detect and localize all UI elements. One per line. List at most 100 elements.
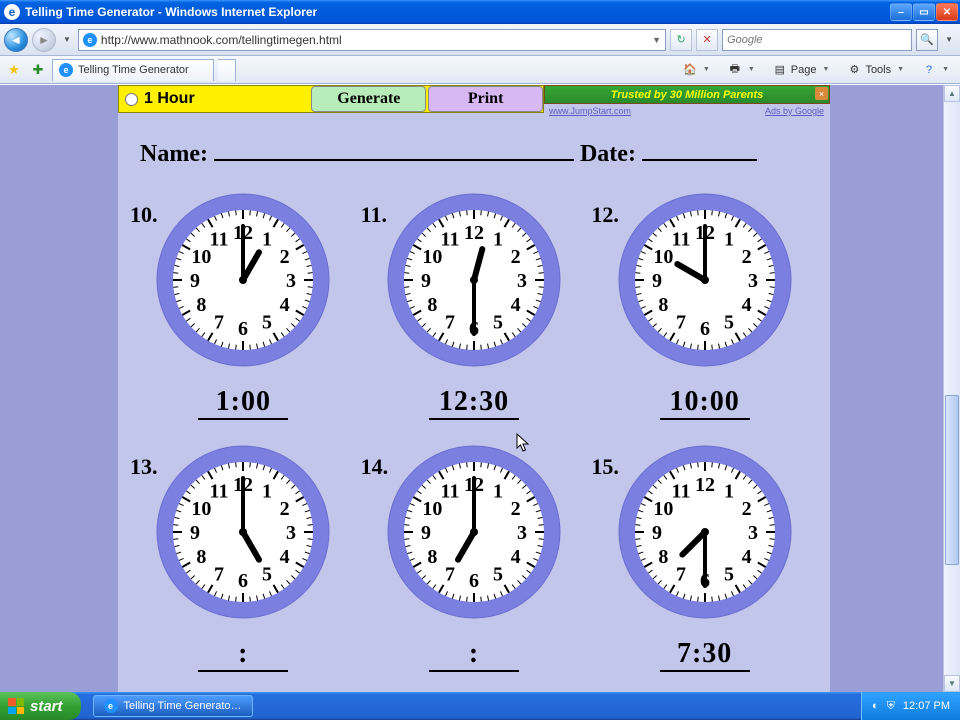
svg-text:9: 9 [421, 270, 431, 292]
page-icon-cmd: ▤ [773, 63, 787, 77]
search-dropdown[interactable]: ▼ [942, 35, 956, 44]
svg-text:7: 7 [445, 312, 455, 334]
clock-item: 12. 123456789101112 10:00 [591, 192, 818, 420]
question-number: 10. [130, 202, 158, 228]
add-favorite-icon[interactable]: ✚ [28, 60, 48, 80]
svg-text:7: 7 [214, 564, 224, 586]
svg-text:4: 4 [511, 294, 521, 316]
scroll-down-button[interactable]: ▼ [944, 675, 960, 692]
svg-text:7: 7 [214, 312, 224, 334]
start-label: start [30, 698, 63, 715]
system-tray[interactable]: ◐ ⛨ 12:07 PM [861, 692, 960, 720]
ads-by-link[interactable]: Ads by Google [765, 106, 824, 116]
svg-text:4: 4 [511, 546, 521, 568]
svg-text:6: 6 [238, 318, 248, 340]
ad-area: Trusted by 30 Million Parents × www.Jump… [544, 85, 830, 119]
answer-line: : [198, 638, 288, 672]
refresh-button[interactable]: ↻ [670, 29, 692, 51]
worksheet-header: Name: Date: [140, 141, 816, 168]
answer-line: : [429, 638, 519, 672]
browser-tab[interactable]: e Telling Time Generator [52, 59, 214, 81]
svg-text:9: 9 [652, 270, 662, 292]
new-tab-button[interactable] [218, 59, 236, 81]
svg-text:3: 3 [748, 522, 758, 544]
generate-button[interactable]: Generate [311, 86, 426, 112]
search-input[interactable] [722, 29, 912, 51]
help-menu[interactable]: ?▼ [915, 59, 956, 81]
svg-text:10: 10 [192, 498, 212, 520]
svg-text:8: 8 [658, 294, 668, 316]
svg-text:11: 11 [210, 228, 229, 250]
question-number: 14. [361, 454, 389, 480]
clock-item: 14. 123456789101112 : [361, 444, 588, 672]
question-number: 12. [591, 202, 619, 228]
svg-text:10: 10 [422, 246, 442, 268]
home-button[interactable]: 🏠▼ [676, 59, 717, 81]
tab-label: Telling Time Generator [78, 64, 189, 76]
svg-text:11: 11 [671, 480, 690, 502]
vertical-scrollbar[interactable]: ▲ ▼ [943, 85, 960, 692]
ad-close-icon[interactable]: × [815, 87, 828, 100]
page-icon: e [83, 33, 97, 47]
svg-text:10: 10 [653, 246, 673, 268]
page-menu[interactable]: ▤Page▼ [766, 59, 837, 81]
ad-link[interactable]: www.JumpStart.com [549, 106, 631, 116]
answer-line: 10:00 [660, 386, 750, 420]
close-button[interactable]: ✕ [936, 3, 958, 21]
tools-menu[interactable]: ⚙Tools▼ [840, 59, 911, 81]
svg-text:5: 5 [262, 312, 272, 334]
minimize-button[interactable]: – [890, 3, 912, 21]
clock-item: 11. 123456789101112 12:30 [361, 192, 588, 420]
option-1hour-radio[interactable] [125, 93, 138, 106]
svg-text:12: 12 [695, 474, 715, 496]
page-viewport: 1 Hour Generate Print Trusted by 30 Mill… [0, 84, 960, 692]
help-icon: ? [922, 63, 936, 77]
favorites-icon[interactable]: ★ [4, 60, 24, 80]
forward-button[interactable]: ► [32, 28, 56, 52]
answer-line: 12:30 [429, 386, 519, 420]
svg-text:6: 6 [238, 570, 248, 592]
svg-text:4: 4 [741, 546, 751, 568]
scroll-up-button[interactable]: ▲ [944, 85, 960, 102]
svg-text:7: 7 [676, 312, 686, 334]
svg-text:10: 10 [192, 246, 212, 268]
address-bar[interactable]: e http://www.mathnook.com/tellingtimegen… [78, 29, 666, 51]
question-number: 15. [591, 454, 619, 480]
ad-banner[interactable]: Trusted by 30 Million Parents [544, 85, 830, 104]
answer-line: 1:00 [198, 386, 288, 420]
back-button[interactable]: ◄ [4, 28, 28, 52]
scroll-thumb[interactable] [945, 395, 959, 565]
svg-text:2: 2 [280, 498, 290, 520]
svg-text:8: 8 [427, 546, 437, 568]
nav-history-dropdown[interactable]: ▼ [60, 35, 74, 44]
svg-text:8: 8 [197, 546, 207, 568]
tray-icon-2[interactable]: ⛨ [887, 700, 895, 713]
svg-text:1: 1 [262, 480, 272, 502]
taskbar-item-label: Telling Time Generato… [124, 700, 242, 712]
stop-button[interactable]: ✕ [696, 29, 718, 51]
svg-text:7: 7 [676, 564, 686, 586]
svg-text:3: 3 [286, 522, 296, 544]
taskbar-item[interactable]: e Telling Time Generato… [93, 695, 253, 717]
svg-text:5: 5 [724, 312, 734, 334]
taskbar-item-icon: e [104, 699, 118, 713]
svg-text:9: 9 [652, 522, 662, 544]
tray-icon-1[interactable]: ◐ [872, 700, 879, 712]
clock-item: 15. 123456789101112 7:30 [591, 444, 818, 672]
svg-text:2: 2 [280, 246, 290, 268]
print-button[interactable]: 🖶▼ [721, 59, 762, 81]
svg-text:3: 3 [286, 270, 296, 292]
address-dropdown-icon[interactable]: ▼ [652, 35, 661, 45]
start-button[interactable]: start [0, 692, 81, 720]
worksheet: Name: Date: 10. 123456789101112 1:00 11.… [118, 119, 830, 692]
svg-text:7: 7 [445, 564, 455, 586]
maximize-button[interactable]: ▭ [913, 3, 935, 21]
svg-text:4: 4 [280, 546, 290, 568]
print-worksheet-button[interactable]: Print [428, 86, 543, 112]
home-icon: 🏠 [683, 63, 697, 77]
date-label: Date: [580, 141, 636, 168]
svg-text:3: 3 [748, 270, 758, 292]
search-button[interactable]: 🔍 [916, 29, 938, 51]
svg-text:10: 10 [422, 498, 442, 520]
ie-logo-icon [4, 4, 20, 20]
